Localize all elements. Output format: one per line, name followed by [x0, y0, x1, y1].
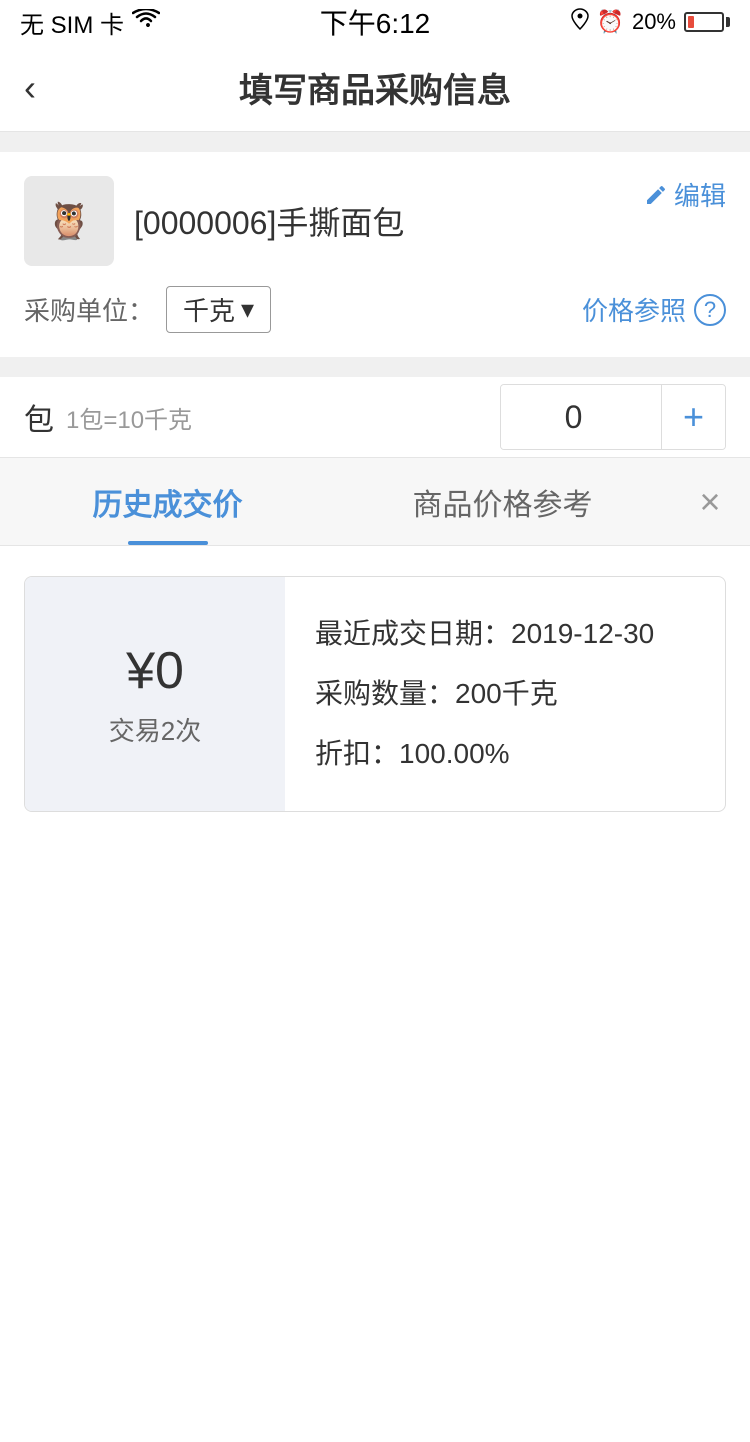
- wifi-icon: [132, 8, 160, 36]
- purchase-quantity: 采购数量：200千克: [315, 673, 695, 715]
- battery-percent: 20%: [632, 9, 676, 35]
- unit-section: 采购单位： 千克 ▾: [24, 286, 271, 333]
- carrier-text: 无 SIM 卡: [20, 5, 124, 40]
- status-bar: 无 SIM 卡 下午6:12 ⏰ 20%: [0, 0, 750, 44]
- unit-sub: 1包=10千克: [66, 400, 192, 435]
- quantity-input[interactable]: [501, 385, 661, 449]
- tab1-label: 历史成交价: [93, 480, 243, 524]
- section-divider: [0, 357, 750, 377]
- status-right: ⏰ 20%: [571, 8, 730, 36]
- transaction-right: 最近成交日期：2019-12-30 采购数量：200千克 折扣：100.00%: [285, 577, 725, 811]
- unit-tag: 包: [24, 395, 54, 439]
- page-title: 填写商品采购信息: [239, 63, 511, 112]
- product-card: 🦉 [0000006]手撕面包 编辑 采购单位： 千克 ▾ 价格参照 ?: [0, 152, 750, 357]
- product-header: 🦉 [0000006]手撕面包 编辑: [24, 176, 726, 266]
- quantity-control: +: [500, 384, 726, 450]
- edit-button[interactable]: 编辑: [644, 176, 726, 213]
- location-icon: [571, 8, 589, 36]
- recent-date: 最近成交日期：2019-12-30: [315, 613, 695, 655]
- tab-price-reference[interactable]: 商品价格参考: [335, 458, 670, 545]
- quantity-label: 包 1包=10千克: [24, 395, 192, 439]
- transaction-count: 交易2次: [109, 711, 201, 748]
- tabs-row: 历史成交价 商品价格参考 ×: [0, 458, 750, 546]
- product-thumbnail: 🦉: [24, 176, 114, 266]
- back-button[interactable]: ‹: [24, 67, 36, 109]
- product-left: 🦉 [0000006]手撕面包: [24, 176, 404, 266]
- help-icon: ?: [694, 294, 726, 326]
- tab-underline: [128, 541, 208, 545]
- transaction-card: ¥0 交易2次 最近成交日期：2019-12-30 采购数量：200千克 折扣：…: [24, 576, 726, 812]
- status-left: 无 SIM 卡: [20, 5, 160, 40]
- discount: 折扣：100.00%: [315, 733, 695, 775]
- quantity-plus-button[interactable]: +: [661, 385, 725, 449]
- unit-label: 采购单位：: [24, 291, 154, 328]
- product-image: 🦉: [47, 200, 92, 242]
- quantity-row: 包 1包=10千克 +: [0, 377, 750, 457]
- unit-dropdown[interactable]: 千克 ▾: [166, 286, 271, 333]
- edit-icon: [644, 183, 668, 207]
- tab-close-button[interactable]: ×: [670, 481, 750, 523]
- transaction-left: ¥0 交易2次: [25, 577, 285, 811]
- tab2-label: 商品价格参考: [413, 480, 593, 524]
- bottom-panel: 历史成交价 商品价格参考 × ¥0 交易2次 最近成交日期：2019-12-30…: [0, 457, 750, 1442]
- alarm-icon: ⏰: [597, 9, 624, 35]
- main-content-area: [0, 842, 750, 1442]
- status-time: 下午6:12: [320, 2, 431, 42]
- battery-icon: [684, 12, 730, 32]
- transaction-price: ¥0: [126, 641, 184, 701]
- price-ref-button[interactable]: 价格参照 ?: [582, 291, 726, 328]
- nav-bar: ‹ 填写商品采购信息: [0, 44, 750, 132]
- product-footer: 采购单位： 千克 ▾ 价格参照 ?: [24, 286, 726, 333]
- tab-history-price[interactable]: 历史成交价: [0, 458, 335, 545]
- product-name: [0000006]手撕面包: [134, 198, 404, 244]
